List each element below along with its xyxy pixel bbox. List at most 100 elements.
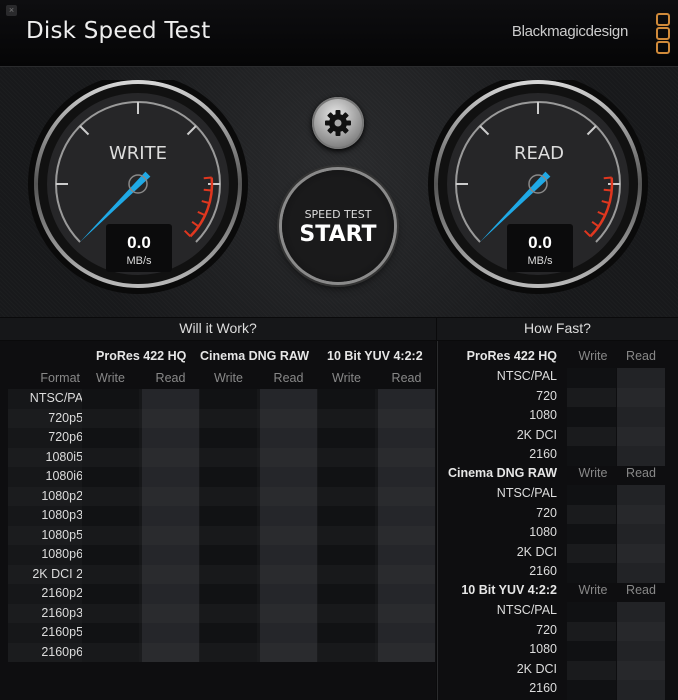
- format-label: NTSC/PAL: [496, 486, 557, 500]
- write-speed-cell: [567, 641, 616, 661]
- column-header-write: Write: [578, 583, 608, 597]
- result-cell: [142, 525, 199, 545]
- read-speed-cell: [617, 387, 665, 407]
- result-cell: [142, 642, 199, 662]
- result-cell: [82, 564, 139, 584]
- result-cell: [82, 525, 139, 545]
- table-row: 2160p30: [8, 603, 435, 623]
- brand-name: Blackmagicdesign: [511, 23, 628, 40]
- result-cell: [82, 623, 139, 643]
- result-cell: [82, 603, 139, 623]
- write-speed-cell: [567, 368, 616, 388]
- group-header: Cinema DNG RAW: [447, 466, 557, 480]
- title-bar: × Disk Speed Test Blackmagicdesign: [0, 0, 678, 67]
- result-cell: [142, 506, 199, 526]
- read-gauge: [428, 80, 648, 294]
- format-label: 1080: [529, 408, 557, 422]
- result-cell: [378, 603, 435, 623]
- result-cell: [200, 506, 257, 526]
- write-speed-cell: [567, 446, 616, 466]
- format-label: 2K DCI: [516, 427, 557, 442]
- table-row: 1080p25: [8, 486, 435, 506]
- result-cell: [318, 408, 375, 428]
- brand-logo-icon: [656, 13, 670, 55]
- write-speed-cell: [567, 680, 616, 700]
- read-unit: MB/s: [527, 255, 553, 267]
- group-header: Cinema DNG RAW: [200, 349, 310, 363]
- table-row: 1080p30: [8, 506, 435, 526]
- group-header: 10 Bit YUV 4:2:2: [327, 349, 423, 363]
- gauge-redline-tick: [603, 188, 612, 192]
- result-cell: [200, 467, 257, 487]
- result-cell: [82, 408, 139, 428]
- result-cell: [318, 525, 375, 545]
- start-button-label: START: [299, 222, 377, 247]
- result-cell: [142, 428, 199, 448]
- app-title: Disk Speed Test: [26, 18, 211, 44]
- result-cell: [260, 428, 317, 448]
- start-button-subtitle: SPEED TEST: [304, 208, 372, 221]
- read-gauge-label: READ: [513, 143, 565, 164]
- result-cell: [200, 584, 257, 604]
- result-cell: [82, 642, 139, 662]
- result-cell: [142, 389, 199, 409]
- table-row: 1080p50: [8, 525, 435, 545]
- write-speed-cell: [567, 621, 616, 641]
- column-header-read: Read: [273, 371, 304, 385]
- result-cell: [378, 467, 435, 487]
- format-label: 2K DCI: [516, 544, 557, 559]
- result-cell: [200, 486, 257, 506]
- read-speed-cell: [617, 641, 665, 661]
- result-cell: [82, 389, 139, 409]
- result-cell: [378, 584, 435, 604]
- gauge-redline-tick: [203, 188, 212, 192]
- read-speed-cell: [617, 602, 665, 622]
- result-cell: [200, 642, 257, 662]
- result-cell: [142, 486, 199, 506]
- format-label: NTSC/PAL: [496, 369, 557, 383]
- result-cell: [378, 564, 435, 584]
- result-cell: [142, 584, 199, 604]
- format-label: 2160: [529, 447, 557, 461]
- result-cell: [260, 603, 317, 623]
- table-row: 1080i60: [8, 467, 435, 487]
- result-cell: [378, 506, 435, 526]
- read-speed-cell: [617, 504, 665, 524]
- result-cell: [378, 408, 435, 428]
- result-cell: [318, 428, 375, 448]
- result-cell: [378, 525, 435, 545]
- close-icon[interactable]: ×: [6, 5, 17, 16]
- result-cell: [260, 584, 317, 604]
- write-speed-cell: [567, 426, 616, 446]
- start-button[interactable]: SPEED TEST START: [282, 170, 394, 282]
- column-header-write: Write: [332, 371, 361, 385]
- result-cell: [142, 467, 199, 487]
- result-cell: [142, 623, 199, 643]
- write-speed-cell: [567, 602, 616, 622]
- result-cell: [82, 506, 139, 526]
- gauge-redline-tick: [203, 176, 212, 180]
- result-cell: [260, 545, 317, 565]
- result-cell: [318, 623, 375, 643]
- read-speed-cell: [617, 621, 665, 641]
- table-row: 2160p25: [8, 584, 435, 604]
- table-row: 2160p60: [8, 642, 435, 662]
- settings-button[interactable]: [312, 97, 364, 149]
- column-header-write: Write: [578, 349, 608, 363]
- result-cell: [142, 447, 199, 467]
- write-gauge: [28, 80, 248, 294]
- group-header: ProRes 422 HQ: [96, 349, 187, 363]
- table-row: 2K DCI 25: [8, 564, 435, 584]
- result-cell: [200, 428, 257, 448]
- will-it-work-title: Will it Work?: [0, 318, 436, 340]
- result-cell: [260, 642, 317, 662]
- result-cell: [200, 564, 257, 584]
- result-cell: [260, 389, 317, 409]
- column-header-read: Read: [155, 371, 186, 385]
- result-cell: [200, 545, 257, 565]
- format-label: NTSC/PAL: [496, 603, 557, 617]
- write-gauge-label: WRITE: [109, 143, 167, 164]
- read-speed-cell: [617, 680, 665, 700]
- write-speed-cell: [567, 660, 616, 680]
- format-label: 1080: [529, 525, 557, 539]
